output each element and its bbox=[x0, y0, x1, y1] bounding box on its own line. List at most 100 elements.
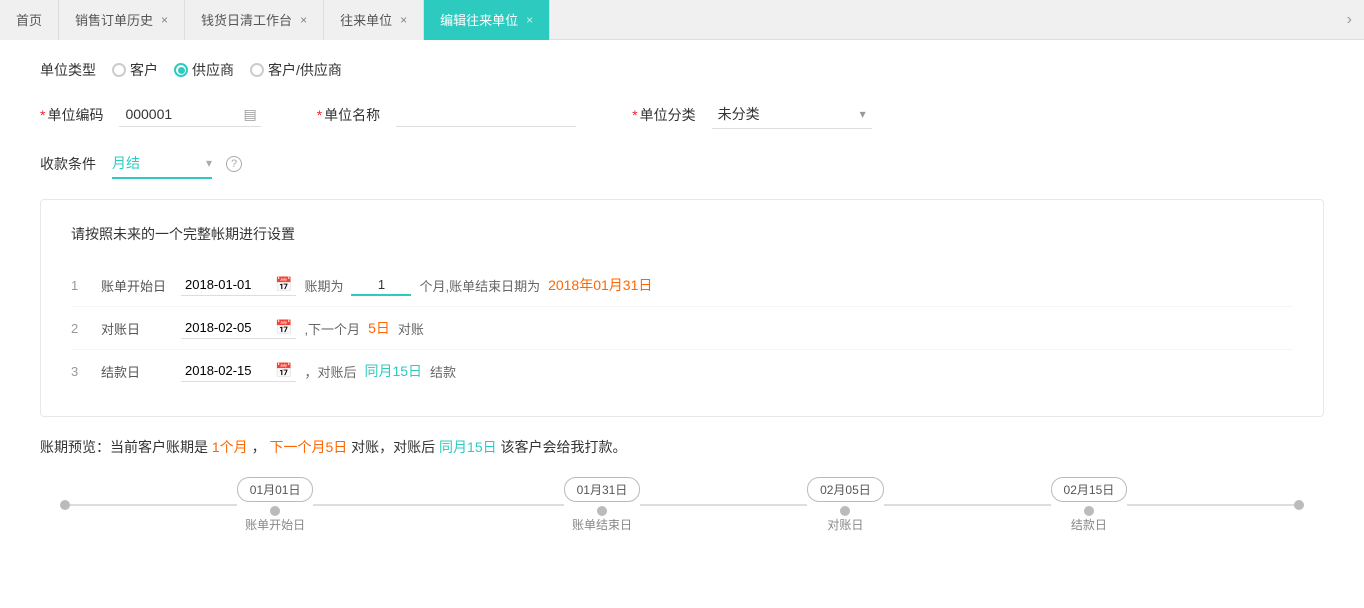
timeline-label-3: 结款日 bbox=[1071, 516, 1107, 533]
tab-home[interactable]: 首页 bbox=[0, 0, 59, 40]
row-3-inputs: 📅 ，对账后 同月15日 结款 bbox=[181, 360, 1293, 382]
unit-code-input[interactable] bbox=[119, 102, 239, 126]
row-3-label: 结款日 bbox=[101, 362, 181, 381]
timeline: 01月01日 账单开始日 01月31日 账单结束日 02月05日 对账日 02月… bbox=[40, 477, 1324, 533]
radio-supplier[interactable]: 供应商 bbox=[174, 60, 234, 80]
payment-row: 收款条件 月结 ▾ ? bbox=[40, 149, 1324, 179]
tab-sales-history-close[interactable]: × bbox=[161, 13, 168, 27]
radio-customer[interactable]: 客户 bbox=[112, 60, 158, 80]
row-3-date-wrap: 📅 bbox=[181, 360, 296, 382]
timeline-line-0 bbox=[70, 504, 237, 506]
unit-category-select[interactable]: 未分类 ▾ bbox=[712, 100, 872, 129]
row-1-cal-icon[interactable]: 📅 bbox=[275, 276, 292, 293]
timeline-dot-1 bbox=[597, 506, 607, 516]
timeline-node-2: 02月05日 对账日 bbox=[807, 477, 884, 533]
tab-partner-close[interactable]: × bbox=[400, 13, 407, 27]
row-1-period-suffix: 个月,账单结束日期为 bbox=[419, 276, 540, 295]
row-2-cal-icon[interactable]: 📅 bbox=[275, 319, 292, 336]
payment-value: 月结 bbox=[112, 153, 206, 173]
radio-both-circle bbox=[250, 63, 264, 77]
main-content: 单位类型 客户 供应商 客户/供应商 单位编码 ▤ 单位名称 河南供应商22 bbox=[0, 40, 1364, 608]
preview-sep1: ， bbox=[252, 439, 266, 455]
timeline-pill-2: 02月05日 bbox=[807, 477, 884, 502]
timeline-pill-0: 01月01日 bbox=[237, 477, 314, 502]
row-1-date-input[interactable] bbox=[185, 277, 275, 292]
tabs-bar: 首页 销售订单历史 × 钱货日清工作台 × 往来单位 × 编辑往来单位 × › bbox=[0, 0, 1364, 40]
config-row-2: 2 对账日 📅 ,下一个月 5日 对账 bbox=[71, 307, 1293, 350]
unit-type-radio-group: 客户 供应商 客户/供应商 bbox=[112, 60, 342, 80]
preview-mid: 对账，对账后 bbox=[351, 439, 435, 455]
radio-customer-circle bbox=[112, 63, 126, 77]
timeline-label-2: 对账日 bbox=[827, 516, 863, 533]
row-2-suffix: 对账 bbox=[398, 319, 424, 338]
tab-home-label: 首页 bbox=[16, 10, 42, 29]
config-row-1: 1 账单开始日 📅 账期为 个月,账单结束日期为 2018年01月31日 bbox=[71, 264, 1293, 307]
row-3-date-input[interactable] bbox=[185, 363, 275, 378]
tab-cash-work-label: 钱货日清工作台 bbox=[201, 10, 292, 29]
radio-both[interactable]: 客户/供应商 bbox=[250, 60, 342, 80]
unit-type-row: 单位类型 客户 供应商 客户/供应商 bbox=[40, 60, 1324, 80]
timeline-dot-0 bbox=[270, 506, 280, 516]
preview-end: 该客户会给我打款。 bbox=[501, 439, 627, 455]
timeline-line-3 bbox=[884, 504, 1051, 506]
tab-edit-partner[interactable]: 编辑往来单位 × bbox=[424, 0, 550, 40]
tab-edit-partner-label: 编辑往来单位 bbox=[440, 10, 518, 29]
row-1-label: 账单开始日 bbox=[101, 276, 181, 295]
payment-label: 收款条件 bbox=[40, 154, 96, 174]
tab-edit-partner-close[interactable]: × bbox=[526, 13, 533, 27]
timeline-start-dot bbox=[60, 500, 70, 510]
row-3-num: 3 bbox=[71, 364, 101, 379]
row-3-prefix: ，对账后 bbox=[304, 362, 356, 381]
radio-customer-label: 客户 bbox=[130, 60, 158, 80]
timeline-line-4 bbox=[1127, 504, 1294, 506]
row-2-label: 对账日 bbox=[101, 319, 181, 338]
timeline-pill-3: 02月15日 bbox=[1051, 477, 1128, 502]
timeline-end-dot bbox=[1294, 500, 1304, 510]
row-3-highlight: 同月15日 bbox=[364, 361, 422, 381]
payment-help-icon[interactable]: ? bbox=[226, 156, 242, 172]
preview-prefix: 账期预览：当前客户账期是 bbox=[40, 439, 208, 455]
preview-part3: 同月15日 bbox=[439, 439, 497, 455]
timeline-label-1: 账单结束日 bbox=[572, 516, 632, 533]
unit-category-arrow: ▾ bbox=[860, 107, 866, 121]
row-2-date-input[interactable] bbox=[185, 320, 275, 335]
config-row-3: 3 结款日 📅 ，对账后 同月15日 结款 bbox=[71, 350, 1293, 392]
row-3-suffix: 结款 bbox=[430, 362, 456, 381]
tab-cash-work-close[interactable]: × bbox=[300, 13, 307, 27]
unit-code-label: 单位编码 bbox=[40, 105, 103, 125]
row-2-inputs: 📅 ,下一个月 5日 对账 bbox=[181, 317, 1293, 339]
timeline-node-0: 01月01日 账单开始日 bbox=[237, 477, 314, 533]
timeline-line-2 bbox=[640, 504, 807, 506]
payment-arrow: ▾ bbox=[206, 156, 212, 170]
row-1-inputs: 📅 账期为 个月,账单结束日期为 2018年01月31日 bbox=[181, 274, 1293, 296]
unit-code-icon[interactable]: ▤ bbox=[239, 106, 260, 123]
row-3-cal-icon[interactable]: 📅 bbox=[275, 362, 292, 379]
row-1-num: 1 bbox=[71, 278, 101, 293]
timeline-label-0: 账单开始日 bbox=[245, 516, 305, 533]
config-section: 请按照未来的一个完整帐期进行设置 1 账单开始日 📅 账期为 个月,账单结束日期… bbox=[40, 199, 1324, 417]
tab-partner[interactable]: 往来单位 × bbox=[324, 0, 424, 40]
row-2-prefix: ,下一个月 bbox=[304, 319, 360, 338]
tabs-expand-button[interactable]: › bbox=[1335, 11, 1364, 29]
radio-both-label: 客户/供应商 bbox=[268, 60, 342, 80]
preview-part2: 下一个月5日 bbox=[269, 439, 347, 455]
config-table: 1 账单开始日 📅 账期为 个月,账单结束日期为 2018年01月31日 2 对… bbox=[71, 264, 1293, 392]
unit-name-input[interactable]: 河南供应商22 bbox=[396, 102, 576, 127]
tab-partner-label: 往来单位 bbox=[340, 10, 392, 29]
timeline-dot-2 bbox=[840, 506, 850, 516]
timeline-pill-1: 01月31日 bbox=[564, 477, 641, 502]
radio-supplier-circle bbox=[174, 63, 188, 77]
payment-select[interactable]: 月结 ▾ bbox=[112, 149, 212, 179]
row-1-period-input[interactable] bbox=[351, 275, 411, 296]
tab-sales-history-label: 销售订单历史 bbox=[75, 10, 153, 29]
unit-name-label: 单位名称 bbox=[317, 105, 380, 125]
section-title: 请按照未来的一个完整帐期进行设置 bbox=[71, 224, 1293, 244]
unit-info-row: 单位编码 ▤ 单位名称 河南供应商22 单位分类 未分类 ▾ bbox=[40, 100, 1324, 129]
preview-part1: 1个月 bbox=[212, 439, 248, 455]
unit-category-label: 单位分类 bbox=[632, 105, 695, 125]
radio-supplier-label: 供应商 bbox=[192, 60, 234, 80]
tab-cash-work[interactable]: 钱货日清工作台 × bbox=[185, 0, 324, 40]
row-2-highlight: 5日 bbox=[368, 318, 390, 338]
timeline-node-3: 02月15日 结款日 bbox=[1051, 477, 1128, 533]
tab-sales-history[interactable]: 销售订单历史 × bbox=[59, 0, 185, 40]
